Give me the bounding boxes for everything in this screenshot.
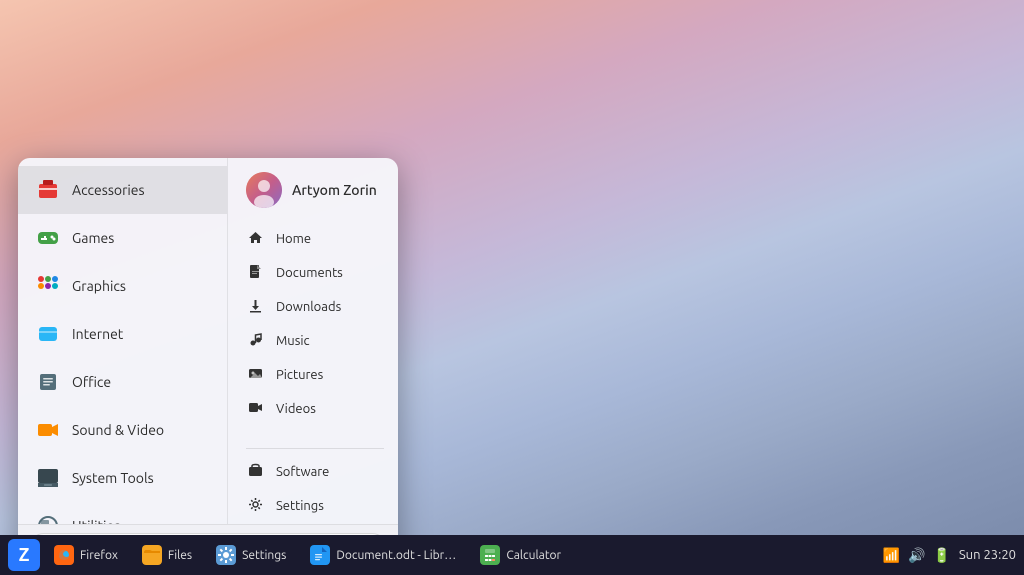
menu-link-label-downloads: Downloads bbox=[276, 300, 341, 314]
category-item-accessories[interactable]: Accessories bbox=[18, 166, 227, 214]
office-icon bbox=[34, 368, 62, 396]
bottom-link-label-software: Software bbox=[276, 465, 329, 479]
category-item-system-tools[interactable]: System Tools bbox=[18, 454, 227, 502]
taskbar-app-icon-libreoffice bbox=[310, 545, 330, 565]
taskbar-apps: Firefox Files Settings Document.odt - Libre… bbox=[44, 539, 879, 571]
menu-link-downloads[interactable]: Downloads bbox=[228, 290, 398, 324]
system-tools-icon bbox=[34, 464, 62, 492]
taskbar-app-label-settings: Settings bbox=[242, 549, 286, 562]
menu-link-videos[interactable]: Videos bbox=[228, 392, 398, 426]
category-item-sound-video[interactable]: Sound & Video bbox=[18, 406, 227, 454]
volume-icon: 🔊 bbox=[908, 547, 925, 564]
menu-link-label-pictures: Pictures bbox=[276, 368, 323, 382]
category-label-internet: Internet bbox=[72, 326, 123, 342]
taskbar-app-libreoffice[interactable]: Document.odt - LibreO... bbox=[300, 539, 466, 571]
taskbar-app-icon-settings bbox=[216, 545, 236, 565]
software-bottom-icon bbox=[246, 463, 264, 481]
accessories-icon bbox=[34, 176, 62, 204]
clock: Sun 23:20 bbox=[959, 548, 1016, 562]
music-icon bbox=[246, 332, 264, 350]
category-item-internet[interactable]: Internet bbox=[18, 310, 227, 358]
menu-bottom-links: SoftwareSettingsActivities Overview bbox=[228, 442, 398, 524]
games-icon bbox=[34, 224, 62, 252]
category-label-office: Office bbox=[72, 374, 111, 390]
graphics-icon bbox=[34, 272, 62, 300]
menu-link-home[interactable]: Home bbox=[228, 222, 398, 256]
pictures-icon bbox=[246, 366, 264, 384]
category-item-office[interactable]: Office bbox=[18, 358, 227, 406]
documents-icon bbox=[246, 264, 264, 282]
menu-link-pictures[interactable]: Pictures bbox=[228, 358, 398, 392]
bottom-link-settings[interactable]: Settings bbox=[228, 489, 398, 523]
separator-2 bbox=[246, 448, 384, 449]
taskbar: Z Firefox Files Settings Document.odt - Lib… bbox=[0, 535, 1024, 575]
taskbar-app-label-calculator: Calculator bbox=[506, 549, 561, 562]
taskbar-app-label-firefox: Firefox bbox=[80, 549, 118, 562]
taskbar-app-icon-files bbox=[142, 545, 162, 565]
bottom-link-label-settings: Settings bbox=[276, 499, 324, 513]
battery-icon: 🔋 bbox=[933, 547, 950, 564]
internet-icon bbox=[34, 320, 62, 348]
category-item-utilities[interactable]: Utilities bbox=[18, 502, 227, 524]
taskbar-right: 📶 🔊 🔋 Sun 23:20 bbox=[883, 547, 1016, 564]
avatar bbox=[246, 172, 282, 208]
taskbar-app-calculator[interactable]: Calculator bbox=[470, 539, 571, 571]
category-label-graphics: Graphics bbox=[72, 278, 126, 294]
start-button[interactable]: Z bbox=[8, 539, 40, 571]
menu-link-music[interactable]: Music bbox=[228, 324, 398, 358]
app-menu: Accessories Games Graphics Internet Office So… bbox=[18, 158, 398, 568]
taskbar-app-label-libreoffice: Document.odt - LibreO... bbox=[336, 549, 456, 562]
menu-link-documents[interactable]: Documents bbox=[228, 256, 398, 290]
home-icon bbox=[246, 230, 264, 248]
category-label-system-tools: System Tools bbox=[72, 470, 154, 486]
videos-icon bbox=[246, 400, 264, 418]
start-icon: Z bbox=[19, 545, 30, 565]
menu-link-label-home: Home bbox=[276, 232, 311, 246]
menu-link-label-documents: Documents bbox=[276, 266, 343, 280]
menu-links: Home Documents Downloads Music Pictures Video… bbox=[228, 218, 398, 430]
sound-video-icon bbox=[34, 416, 62, 444]
taskbar-app-icon-firefox bbox=[54, 545, 74, 565]
category-label-accessories: Accessories bbox=[72, 182, 145, 198]
menu-link-label-music: Music bbox=[276, 334, 310, 348]
taskbar-app-settings[interactable]: Settings bbox=[206, 539, 296, 571]
category-label-sound-video: Sound & Video bbox=[72, 422, 164, 438]
wifi-icon: 📶 bbox=[883, 547, 900, 564]
settings-bottom-icon bbox=[246, 497, 264, 515]
category-label-games: Games bbox=[72, 230, 114, 246]
utilities-icon bbox=[34, 512, 62, 524]
taskbar-app-icon-calculator bbox=[480, 545, 500, 565]
taskbar-app-files[interactable]: Files bbox=[132, 539, 202, 571]
user-section: Artyom Zorin bbox=[228, 158, 398, 218]
category-item-graphics[interactable]: Graphics bbox=[18, 262, 227, 310]
user-name: Artyom Zorin bbox=[292, 182, 377, 198]
bottom-link-software[interactable]: Software bbox=[228, 455, 398, 489]
taskbar-app-label-files: Files bbox=[168, 549, 192, 562]
category-item-games[interactable]: Games bbox=[18, 214, 227, 262]
categories-panel: Accessories Games Graphics Internet Office So… bbox=[18, 158, 228, 524]
taskbar-app-firefox[interactable]: Firefox bbox=[44, 539, 128, 571]
right-panel: Artyom Zorin Home Documents Downloads Music… bbox=[228, 158, 398, 524]
downloads-icon bbox=[246, 298, 264, 316]
menu-link-label-videos: Videos bbox=[276, 402, 316, 416]
